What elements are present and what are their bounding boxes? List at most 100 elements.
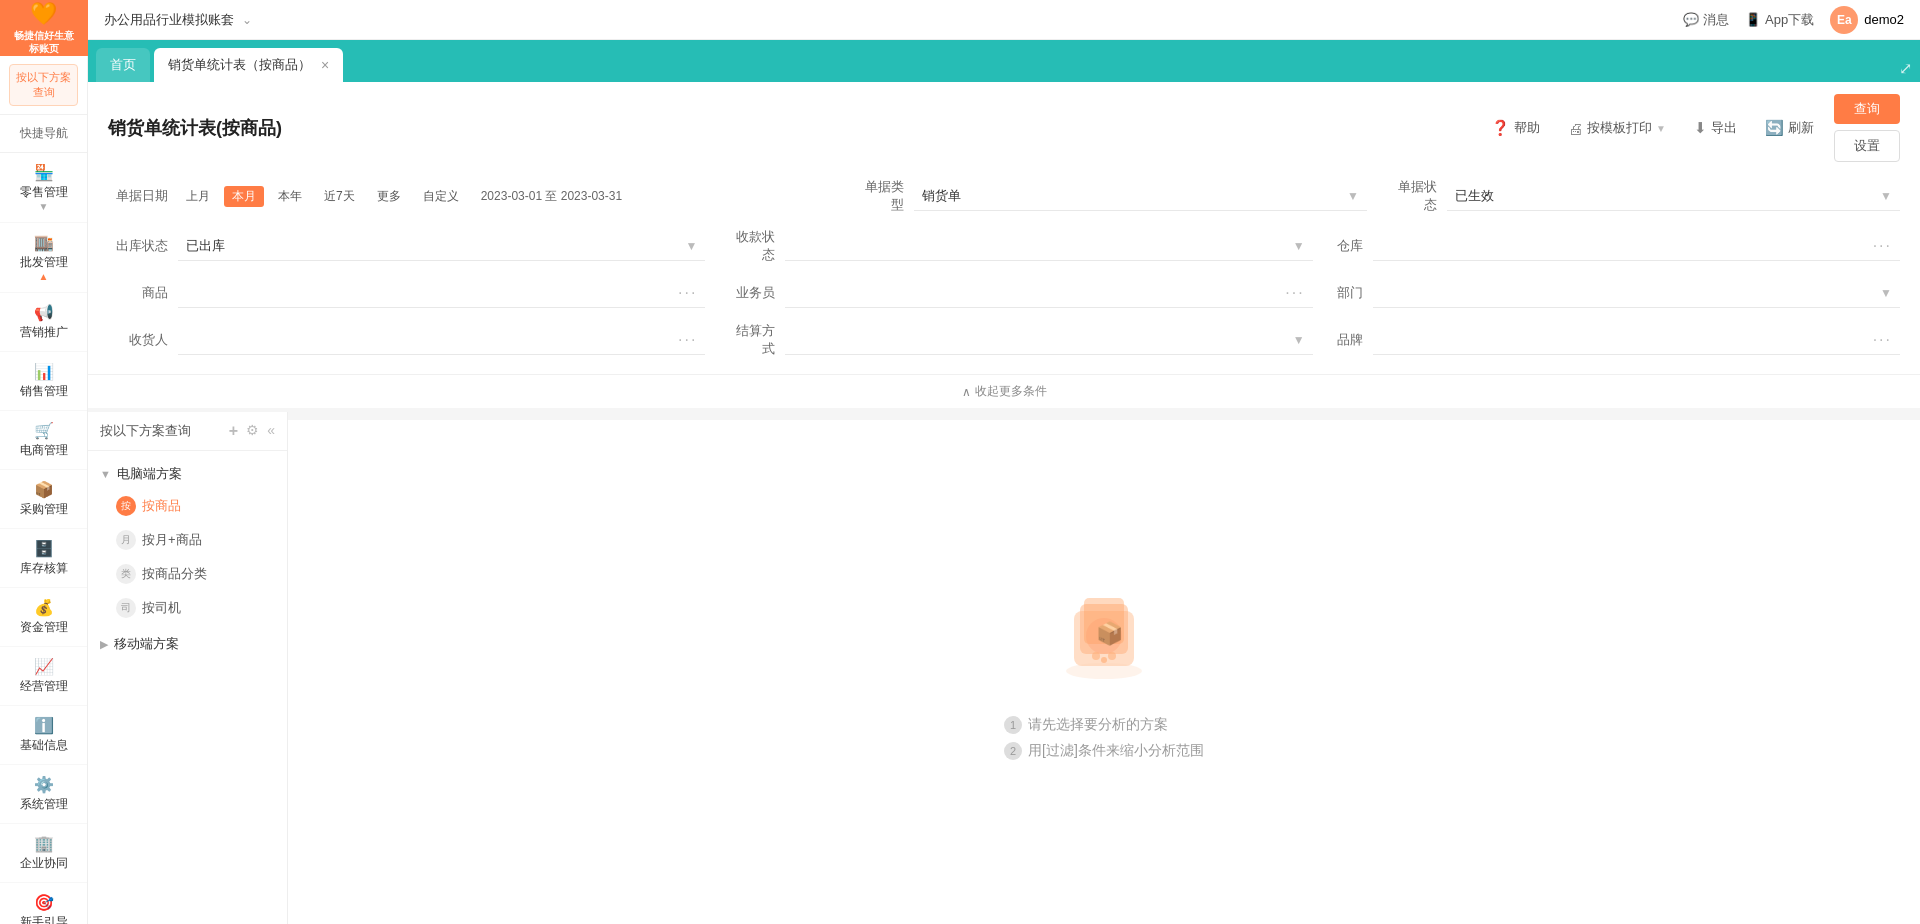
pc-group-label: 电脑端方案: [117, 465, 182, 483]
date-filter-control[interactable]: 上月 本月 本年 近7天 更多 自定义 2023-03-01 至 2023-03…: [178, 181, 834, 211]
date-range-display: 2023-03-01 至 2023-03-31: [481, 188, 622, 205]
sidebar-item-purchase[interactable]: 📦 采购管理: [0, 470, 87, 529]
tree-item-by-month-goods[interactable]: 月 按月+商品: [88, 523, 287, 557]
filter-section: 单据日期 上月 本月 本年 近7天 更多 自定义 2023-03-01 至 20…: [88, 162, 1920, 408]
recv-status-control[interactable]: ▼: [785, 231, 1312, 261]
tree-group-pc: ▼ 电脑端方案 按 按商品 月 按月+商品 类: [88, 459, 287, 625]
sidebar-item-system[interactable]: ⚙️ 系统管理: [0, 765, 87, 824]
query-button[interactable]: 查询: [1834, 94, 1900, 124]
settings-button[interactable]: 设置: [1834, 130, 1900, 162]
tabbar: 首页 销货单统计表（按商品） × ⤢: [88, 40, 1920, 82]
enterprise-icon: 🏢: [34, 834, 54, 853]
left-panel-title: 按以下方案查询: [100, 422, 191, 440]
filter-row-3: 商品 ··· 业务员 ··· 部门 ▼: [108, 278, 1900, 308]
sidebar-item-operations[interactable]: 📈 经营管理: [0, 647, 87, 706]
more-button[interactable]: 更多: [369, 186, 409, 207]
query-settings-buttons: 查询 设置: [1834, 94, 1900, 162]
tree-group-pc-header[interactable]: ▼ 电脑端方案: [88, 459, 287, 489]
logo-text: 畅捷信好生意: [14, 29, 74, 42]
tab-sales-stats[interactable]: 销货单统计表（按商品） ×: [154, 48, 343, 82]
page-title: 销货单统计表(按商品): [108, 116, 282, 140]
doc-status-value: 已生效: [1455, 187, 1880, 205]
tree-item-by-goods[interactable]: 按 按商品: [88, 489, 287, 523]
left-panel: 按以下方案查询 + ⚙ « ▼ 电脑端方案: [88, 412, 288, 924]
print-button[interactable]: 🖨 按模板打印 ▼: [1560, 115, 1674, 141]
custom-button[interactable]: 自定义: [415, 186, 467, 207]
help-label: 帮助: [1514, 119, 1540, 137]
svg-point-8: [1108, 652, 1116, 660]
recv-status-arrow-icon: ▼: [1293, 239, 1305, 253]
tab-home[interactable]: 首页: [96, 48, 150, 82]
help-button[interactable]: ❓ 帮助: [1483, 115, 1548, 141]
empty-illustration: 📦: [1044, 576, 1164, 696]
dept-control[interactable]: ▼: [1373, 278, 1900, 308]
this-month-button[interactable]: 本月: [224, 186, 264, 207]
sidebar: 🧡 畅捷信好生意 标账页 按以下方案查询 快捷导航 🏪 零售管理 ▼ 🏬 批发管…: [0, 0, 88, 924]
goods-control[interactable]: ···: [178, 278, 705, 308]
settings-scheme-button[interactable]: ⚙: [246, 422, 259, 440]
sidebar-item-inventory[interactable]: 🗄️ 库存核算: [0, 529, 87, 588]
staff-control[interactable]: ···: [785, 278, 1312, 308]
search-menu-button[interactable]: 按以下方案查询: [9, 64, 79, 106]
collapse-label: 收起更多条件: [975, 383, 1047, 400]
sidebar-item-retail[interactable]: 🏪 零售管理 ▼: [0, 153, 87, 223]
left-panel-tree: ▼ 电脑端方案 按 按商品 月 按月+商品 类: [88, 451, 287, 671]
wholesale-icon: 🏬: [34, 233, 54, 252]
filter-row-4: 收货人 ··· 结算方式 ▼ 品牌 ···: [108, 322, 1900, 358]
mobile-group-label: 移动端方案: [114, 635, 179, 653]
collapse-panel-button[interactable]: «: [267, 422, 275, 440]
brand-control[interactable]: ···: [1373, 325, 1900, 355]
message-button[interactable]: 💬 消息: [1683, 11, 1729, 29]
tree-item-by-driver[interactable]: 司 按司机: [88, 591, 287, 625]
collapse-button[interactable]: ∧ 收起更多条件: [88, 374, 1920, 408]
sidebar-item-sales[interactable]: 📊 销售管理: [0, 352, 87, 411]
settle-control[interactable]: ▼: [785, 325, 1312, 355]
tree-group-mobile-header[interactable]: ▶ 移动端方案: [88, 629, 287, 659]
this-year-button[interactable]: 本年: [270, 186, 310, 207]
filter-row-2: 出库状态 已出库 ▼ 收款状态 ▼ 仓库 ···: [108, 228, 1900, 264]
7days-button[interactable]: 近7天: [316, 186, 363, 207]
app-download-button[interactable]: 📱 App下载: [1745, 11, 1814, 29]
main-area: 办公用品行业模拟账套 ⌄ 💬 消息 📱 App下载 Ea demo2 首页: [88, 0, 1920, 924]
sidebar-item-ecommerce[interactable]: 🛒 电商管理: [0, 411, 87, 470]
doc-status-label: 单据状态: [1387, 178, 1447, 214]
maximize-button[interactable]: ⤢: [1899, 59, 1912, 82]
warehouse-control[interactable]: ···: [1373, 231, 1900, 261]
last-month-button[interactable]: 上月: [178, 186, 218, 207]
sidebar-item-wholesale[interactable]: 🏬 批发管理 ▲: [0, 223, 87, 293]
doc-type-label: 单据类型: [854, 178, 914, 214]
tree-item-by-category[interactable]: 类 按商品分类: [88, 557, 287, 591]
ecommerce-label: 电商管理: [20, 442, 68, 459]
print-arrow-icon: ▼: [1656, 123, 1666, 134]
page-content: 销货单统计表(按商品) ❓ 帮助 🖨 按模板打印 ▼ ⬇ 导出 🔄 刷新: [88, 82, 1920, 924]
out-status-control[interactable]: 已出库 ▼: [178, 231, 705, 261]
receiver-label: 收货人: [108, 331, 178, 349]
sidebar-item-marketing[interactable]: 📢 营销推广: [0, 293, 87, 352]
wholesale-expand-icon: ▲: [39, 271, 49, 282]
message-icon: 💬: [1683, 12, 1699, 27]
tab-close-icon[interactable]: ×: [321, 57, 329, 73]
add-scheme-button[interactable]: +: [229, 422, 238, 440]
sidebar-item-finance[interactable]: 💰 资金管理: [0, 588, 87, 647]
empty-tip-1: 1 请先选择要分析的方案: [1004, 716, 1204, 734]
quick-nav-button[interactable]: 快捷导航: [0, 121, 87, 146]
sidebar-item-basic[interactable]: ℹ️ 基础信息: [0, 706, 87, 765]
doc-status-control[interactable]: 已生效 ▼: [1447, 181, 1900, 211]
sales-icon: 📊: [34, 362, 54, 381]
export-button[interactable]: ⬇ 导出: [1686, 115, 1745, 141]
tree-group-mobile: ▶ 移动端方案: [88, 629, 287, 659]
export-label: 导出: [1711, 119, 1737, 137]
marketing-label: 营销推广: [20, 324, 68, 341]
topbar-chevron-icon[interactable]: ⌄: [242, 13, 252, 27]
doc-type-control[interactable]: 销货单 ▼: [914, 181, 1367, 211]
goods-label: 商品: [108, 284, 178, 302]
sidebar-item-newbie[interactable]: 🎯 新手引导: [0, 883, 87, 924]
user-menu-button[interactable]: Ea demo2: [1830, 6, 1904, 34]
left-panel-icons: + ⚙ «: [229, 422, 275, 440]
refresh-button[interactable]: 🔄 刷新: [1757, 115, 1822, 141]
sidebar-item-enterprise[interactable]: 🏢 企业协同: [0, 824, 87, 883]
svg-text:📦: 📦: [1096, 620, 1124, 647]
tip-1-num: 1: [1004, 716, 1022, 734]
tab-home-label: 首页: [110, 56, 136, 74]
receiver-control[interactable]: ···: [178, 325, 705, 355]
